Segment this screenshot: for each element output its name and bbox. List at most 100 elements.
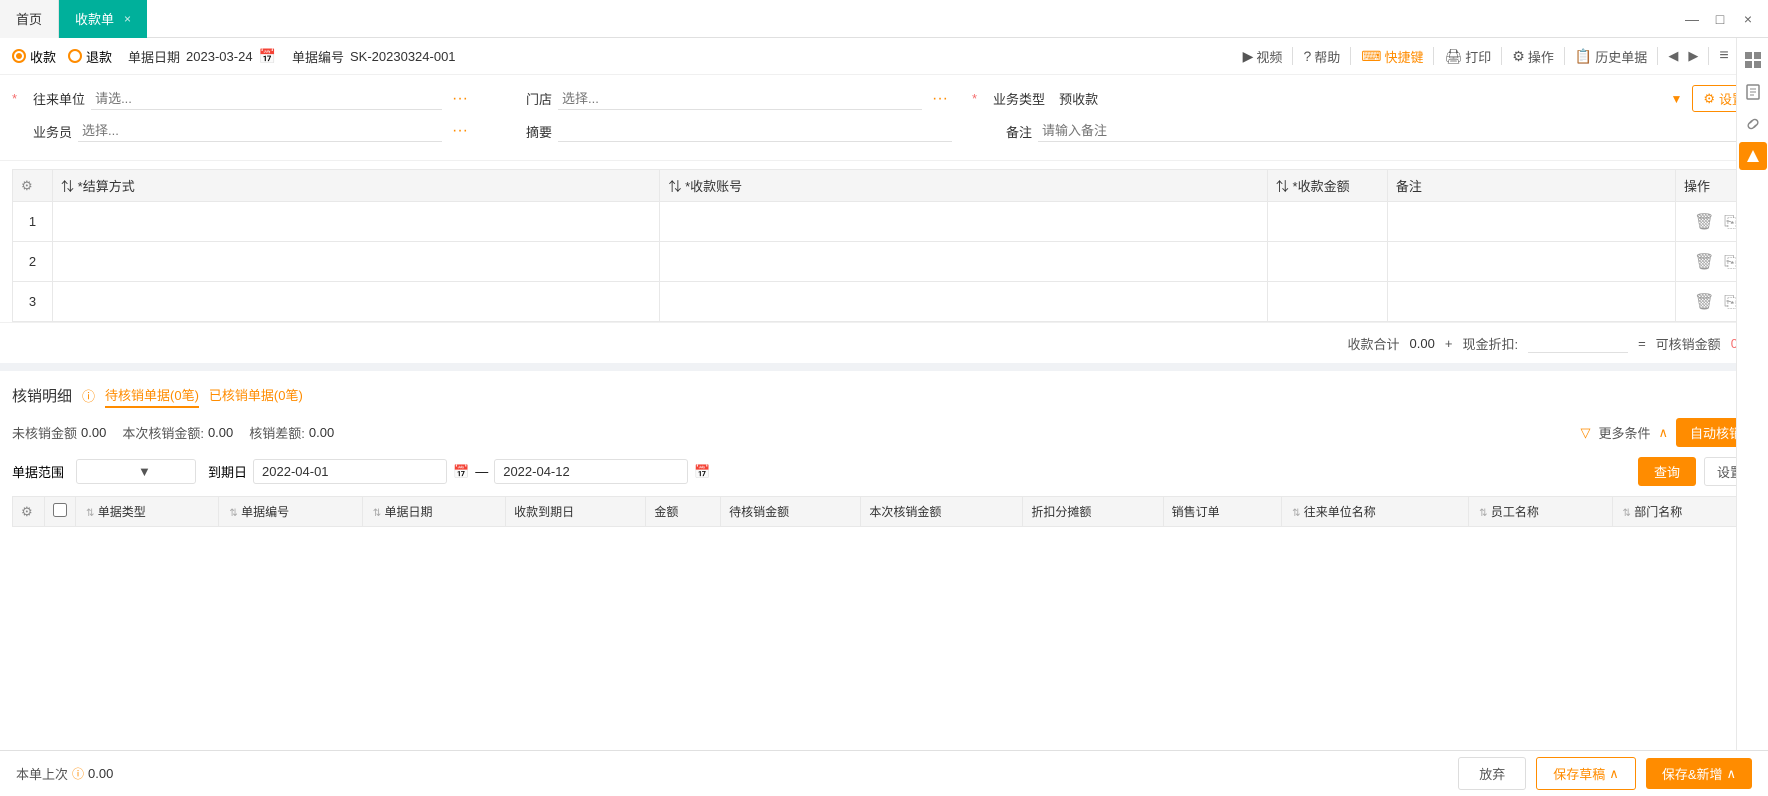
maximize-btn[interactable]: □: [1708, 7, 1732, 31]
save-draft-btn[interactable]: 保存草稿 ∧: [1536, 757, 1636, 790]
bt-col-doc-num: ⇅ 单据编号: [219, 497, 362, 527]
counterparty-input[interactable]: [91, 88, 442, 110]
col-remark: 备注: [1387, 170, 1675, 202]
tab-pending[interactable]: 待核销单据(0笔): [105, 383, 199, 408]
operation-btn[interactable]: ⚙ 操作: [1512, 47, 1554, 66]
stat-this-label: 本次核销金额:: [122, 423, 204, 442]
verify-section: 核销明细 ⓘ 待核销单据(0笔) 已核销单据(0笔) 未核销金额 0.00 本次…: [0, 371, 1768, 539]
table-row: 1 🗑 ⎘: [13, 202, 1756, 242]
filter-right: ▽ 更多条件 ∧ 自动核销: [1580, 418, 1756, 447]
delete-row-3-icon[interactable]: 🗑: [1691, 294, 1717, 311]
sidebar-link-icon[interactable]: [1739, 110, 1767, 138]
list-icon[interactable]: ≡: [1719, 47, 1728, 65]
store-more-icon[interactable]: ···: [928, 90, 952, 108]
video-btn[interactable]: ▶ 视频: [1243, 47, 1283, 66]
sidebar-table-icon[interactable]: [1739, 46, 1767, 74]
summary-input[interactable]: [558, 120, 952, 142]
more-conditions-label[interactable]: 更多条件: [1598, 423, 1650, 442]
due-date-range: 到期日 📅 — 📅: [208, 459, 710, 484]
bt-col-due-date: 收款到期日: [506, 497, 646, 527]
cell-remark-3[interactable]: [1387, 282, 1675, 322]
divider-3: [1433, 47, 1434, 65]
verify-info-icon[interactable]: ⓘ: [82, 386, 95, 405]
save-new-btn[interactable]: 保存&新增 ∧: [1646, 758, 1752, 789]
tab-done[interactable]: 已核销单据(0笔): [209, 383, 303, 408]
stat-diff-label: 核销差额:: [249, 423, 305, 442]
sidebar-doc-icon[interactable]: [1739, 78, 1767, 106]
settings-gear-icon: ⚙: [1703, 91, 1715, 107]
chevron-up-icon[interactable]: ∧: [1658, 425, 1668, 441]
cell-account-3[interactable]: [660, 282, 1267, 322]
stat-unverified-label: 未核销金额: [12, 423, 77, 442]
cell-amount-2[interactable]: [1267, 242, 1387, 282]
nav-next-icon[interactable]: ▶: [1688, 48, 1698, 64]
calendar-icon[interactable]: 📅: [259, 48, 276, 65]
store-input[interactable]: [558, 88, 922, 110]
form-row-2: 业务员 ··· 摘要 备注: [12, 120, 1756, 142]
tab-home[interactable]: 首页: [0, 0, 59, 38]
required-star-1: *: [12, 91, 17, 106]
bt-settings-icon[interactable]: ⚙: [21, 504, 33, 519]
active-tab-label: 收款单: [75, 9, 114, 28]
select-all-checkbox[interactable]: [53, 503, 67, 517]
business-type-value: 预收款: [1059, 89, 1098, 108]
bt-col-staff: ⇅ 员工名称: [1469, 497, 1612, 527]
discount-label: 现金折扣:: [1462, 334, 1518, 353]
print-btn[interactable]: 🖨 打印: [1444, 47, 1491, 66]
calendar-from-icon[interactable]: 📅: [453, 464, 469, 480]
dropdown-icon[interactable]: ▼: [1666, 92, 1686, 106]
remark-field: 备注: [972, 120, 1756, 142]
history-icon: 📋: [1575, 48, 1592, 65]
discount-input[interactable]: [1528, 333, 1628, 353]
bt-col-sales-order: 销售订单: [1163, 497, 1281, 527]
tab-close-icon[interactable]: ×: [124, 12, 131, 26]
stat-unverified-value: 0.00: [81, 425, 106, 440]
shortcut-label: 快捷键: [1384, 47, 1423, 66]
close-btn[interactable]: ×: [1736, 7, 1760, 31]
doc-range-select[interactable]: ▼: [76, 459, 196, 484]
cell-settlement-3[interactable]: [53, 282, 660, 322]
divider-4: [1501, 47, 1502, 65]
col-account: ⇅ *收款账号: [660, 170, 1267, 202]
abandon-btn[interactable]: 放弃: [1458, 757, 1526, 790]
cell-amount-1[interactable]: [1267, 202, 1387, 242]
cell-settlement-1[interactable]: [53, 202, 660, 242]
delete-row-2-icon[interactable]: 🗑: [1691, 254, 1717, 271]
radio-receipt[interactable]: 收款: [12, 47, 56, 66]
query-btn[interactable]: 查询: [1638, 457, 1696, 486]
stat-this-verify: 本次核销金额: 0.00: [122, 423, 233, 442]
divider-6: [1657, 47, 1658, 65]
top-nav: 首页 收款单 × — □ ×: [0, 0, 1768, 38]
staff-more-icon[interactable]: ···: [448, 122, 472, 140]
cell-remark-2[interactable]: [1387, 242, 1675, 282]
cell-account-1[interactable]: [660, 202, 1267, 242]
shortcut-btn[interactable]: ⌨ 快捷键: [1361, 47, 1423, 66]
staff-input[interactable]: [78, 120, 442, 142]
cell-amount-3[interactable]: [1267, 282, 1387, 322]
nav-prev-icon[interactable]: ◀: [1668, 48, 1678, 64]
bottom-info-icon[interactable]: ⓘ: [72, 765, 84, 782]
cell-account-2[interactable]: [660, 242, 1267, 282]
table-settings-icon[interactable]: ⚙: [21, 178, 33, 193]
cell-settlement-2[interactable]: [53, 242, 660, 282]
save-draft-label: 保存草稿: [1553, 764, 1605, 783]
help-btn[interactable]: ? 帮助: [1303, 47, 1340, 66]
radio-refund[interactable]: 退款: [68, 47, 112, 66]
date-from-input[interactable]: [253, 459, 447, 484]
cell-remark-1[interactable]: [1387, 202, 1675, 242]
history-btn[interactable]: 📋 历史单据: [1575, 47, 1647, 66]
sidebar-expand-icon[interactable]: [1739, 142, 1767, 170]
bottom-table: ⚙ ⇅ 单据类型 ⇅ 单据编号 ⇅ 单据日期: [12, 496, 1756, 527]
minimize-btn[interactable]: —: [1680, 7, 1704, 31]
filter-icon[interactable]: ▽: [1580, 425, 1590, 441]
equals-sign: =: [1638, 336, 1646, 351]
calendar-to-icon[interactable]: 📅: [694, 464, 710, 480]
tab-active[interactable]: 收款单 ×: [59, 0, 147, 38]
delete-row-1-icon[interactable]: 🗑: [1691, 214, 1717, 231]
row-num-2: 2: [13, 242, 53, 282]
content-area: 收款 退款 单据日期 2023-03-24 📅 单据编号 SK-20230324…: [0, 38, 1768, 796]
counterparty-more-icon[interactable]: ···: [448, 90, 472, 108]
remark-input[interactable]: [1038, 120, 1756, 142]
remark-label: 备注: [972, 122, 1032, 141]
date-to-input[interactable]: [494, 459, 688, 484]
